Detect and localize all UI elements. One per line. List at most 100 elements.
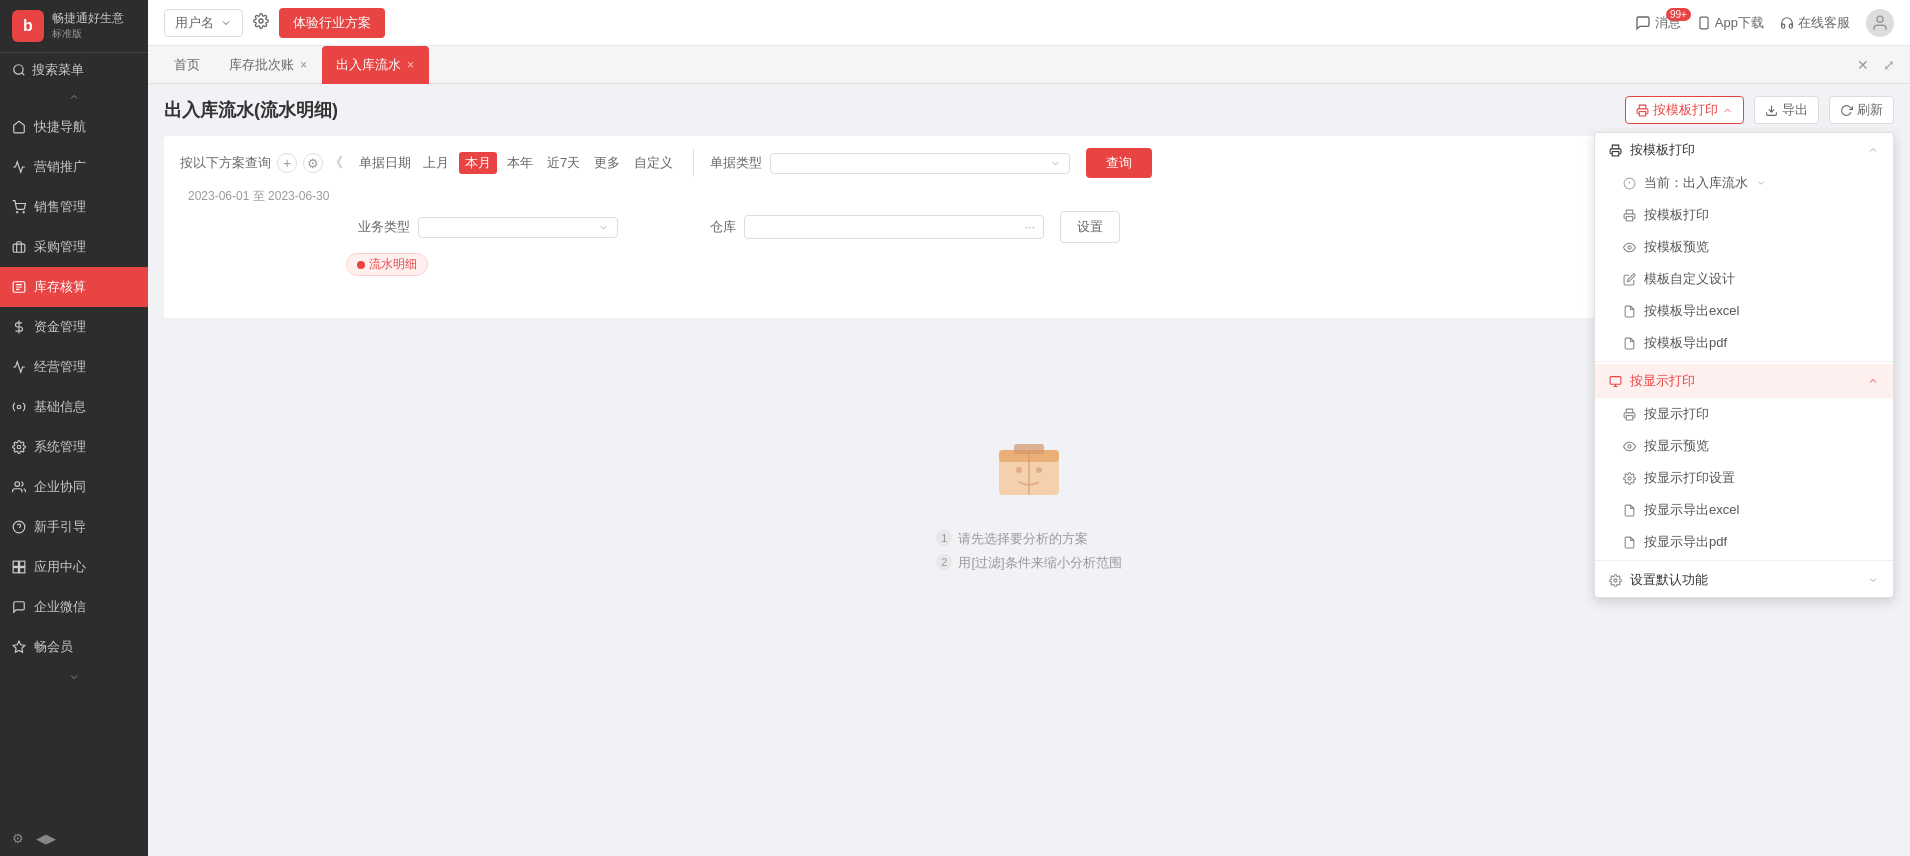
nav-scroll-up[interactable]: [0, 87, 148, 107]
chevron-down-default-icon: [1867, 574, 1879, 586]
sidebar-item-purchase[interactable]: 采购管理: [0, 227, 148, 267]
svg-rect-27: [1626, 216, 1633, 220]
user-avatar[interactable]: [1866, 9, 1894, 37]
sidebar-item-app-center[interactable]: 应用中心: [0, 547, 148, 587]
chevron-down-biztype-icon: [598, 222, 609, 233]
display-excel-item[interactable]: 按显示导出excel: [1595, 494, 1893, 526]
user-selector[interactable]: 用户名: [164, 9, 243, 37]
date-tab-7days[interactable]: 近7天: [543, 152, 584, 174]
filter-doctype-item: 单据类型: [710, 153, 1070, 174]
maximize-window-btn[interactable]: ⤢: [1880, 56, 1898, 74]
collab-icon: [12, 480, 26, 494]
svg-point-40: [1016, 467, 1022, 473]
filter-doctype-select[interactable]: [770, 153, 1070, 174]
svg-point-9: [15, 482, 20, 487]
display-pdf-item[interactable]: 按显示导出pdf: [1595, 526, 1893, 558]
tab-home[interactable]: 首页: [160, 46, 215, 84]
template-preview-item[interactable]: 按模板预览: [1595, 231, 1893, 263]
date-tab-this-year[interactable]: 本年: [503, 152, 537, 174]
display-print-label: 按显示打印: [1630, 372, 1695, 390]
sidebar-item-system[interactable]: 系统管理: [0, 427, 148, 467]
collapse-sidebar-btn[interactable]: ◀▶: [36, 831, 56, 846]
sidebar-item-marketing[interactable]: 营销推广: [0, 147, 148, 187]
svg-point-17: [259, 19, 263, 23]
chevron-up-icon: [1867, 144, 1879, 156]
display-preview-item[interactable]: 按显示预览: [1595, 430, 1893, 462]
filter-label: 按以下方案查询: [180, 154, 271, 172]
sidebar-item-sales[interactable]: 销售管理: [0, 187, 148, 227]
date-tab-this-month[interactable]: 本月: [459, 152, 497, 174]
filter-collapse-icon[interactable]: 《: [329, 154, 343, 172]
hint-item-2: 2 用[过滤]条件来缩小分析范围: [936, 554, 1121, 572]
query-button[interactable]: 查询: [1086, 148, 1152, 178]
filter-warehouse-select[interactable]: ···: [744, 215, 1044, 239]
template-print-header[interactable]: 按模板打印: [1595, 133, 1893, 167]
svg-point-33: [1628, 444, 1631, 447]
page-title: 出入库流水(流水明细): [164, 98, 338, 122]
default-func-header[interactable]: 设置默认功能: [1595, 563, 1893, 597]
refresh-btn-label: 刷新: [1857, 101, 1883, 119]
sidebar-item-label: 基础信息: [34, 398, 86, 416]
sidebar-item-operations[interactable]: 经营管理: [0, 347, 148, 387]
date-tab-more[interactable]: 更多: [590, 152, 624, 174]
default-func-label: 设置默认功能: [1630, 571, 1708, 589]
messages-btn[interactable]: 消息 99+: [1635, 14, 1681, 32]
user-selector-text: 用户名: [175, 14, 214, 32]
svg-rect-23: [1612, 151, 1619, 155]
gear-button[interactable]: [253, 13, 269, 32]
template-design-item[interactable]: 模板自定义设计: [1595, 263, 1893, 295]
sidebar-search[interactable]: 搜索菜单: [0, 53, 148, 87]
tab-flow[interactable]: 出入库流水 ×: [322, 46, 429, 84]
tab-batch-close[interactable]: ×: [300, 58, 307, 72]
sidebar-item-inventory[interactable]: 库存核算: [0, 267, 148, 307]
hint-num-2: 2: [936, 554, 952, 570]
sidebar-item-vip[interactable]: 畅会员: [0, 627, 148, 667]
tab-batch[interactable]: 库存批次账 ×: [215, 46, 322, 84]
sidebar-item-guide[interactable]: 新手引导: [0, 507, 148, 547]
app-download-btn[interactable]: App下载: [1697, 14, 1764, 32]
filter-set-btn[interactable]: ⚙: [303, 153, 323, 173]
sidebar-item-label: 企业协同: [34, 478, 86, 496]
avatar-icon: [1871, 14, 1889, 32]
filter-biztype-label: 业务类型: [358, 218, 410, 236]
app-download-label: App下载: [1715, 14, 1764, 32]
page-content: 出入库流水(流水明细) 按模板打印 导出 刷: [148, 84, 1910, 856]
filter-biztype-item: 业务类型: [358, 217, 618, 238]
sidebar-item-quick-nav[interactable]: 快捷导航: [0, 107, 148, 147]
display-print-item[interactable]: 按显示打印: [1595, 398, 1893, 430]
print-template-button[interactable]: 按模板打印: [1625, 96, 1744, 124]
display-settings-label: 按显示打印设置: [1644, 469, 1735, 487]
sidebar-item-collab[interactable]: 企业协同: [0, 467, 148, 507]
template-pdf-item[interactable]: 按模板导出pdf: [1595, 327, 1893, 359]
settings-button[interactable]: 设置: [1060, 211, 1120, 243]
tab-flow-close[interactable]: ×: [407, 58, 414, 72]
sidebar-item-weixin[interactable]: 企业微信: [0, 587, 148, 627]
export-button[interactable]: 导出: [1754, 96, 1819, 124]
date-tab-custom[interactable]: 自定义: [630, 152, 677, 174]
messages-badge: 99+: [1666, 8, 1691, 21]
nav-scroll-down[interactable]: [0, 667, 148, 687]
display-print-header[interactable]: 按显示打印: [1595, 364, 1893, 398]
sidebar-item-finance[interactable]: 资金管理: [0, 307, 148, 347]
display-print-settings-item[interactable]: 按显示打印设置: [1595, 462, 1893, 494]
refresh-icon: [1840, 104, 1853, 117]
hint-text-1: 请先选择要分析的方案: [958, 530, 1088, 548]
filter-date-item: 单据日期 上月 本月 本年 近7天 更多 自定义: [359, 152, 677, 174]
template-print-item[interactable]: 按模板打印: [1595, 199, 1893, 231]
filter-add-btn[interactable]: +: [277, 153, 297, 173]
hint-num-1: 1: [936, 530, 952, 546]
refresh-button[interactable]: 刷新: [1829, 96, 1894, 124]
filter-biztype-select[interactable]: [418, 217, 618, 238]
sidebar-item-basic[interactable]: 基础信息: [0, 387, 148, 427]
current-flow-label: 当前：出入库流水: [1595, 167, 1893, 199]
sidebar-bottom: ⚙ ◀▶: [0, 821, 148, 856]
date-tab-last-month[interactable]: 上月: [419, 152, 453, 174]
weixin-icon: [12, 600, 26, 614]
customer-service-btn[interactable]: 在线客服: [1780, 14, 1850, 32]
settings-icon-btn[interactable]: ⚙: [12, 831, 24, 846]
template-print-label: 按模板打印: [1630, 141, 1695, 159]
template-excel-item[interactable]: 按模板导出excel: [1595, 295, 1893, 327]
trial-button[interactable]: 体验行业方案: [279, 8, 385, 38]
display-print-item-label: 按显示打印: [1644, 405, 1709, 423]
close-window-btn[interactable]: ✕: [1854, 56, 1872, 74]
